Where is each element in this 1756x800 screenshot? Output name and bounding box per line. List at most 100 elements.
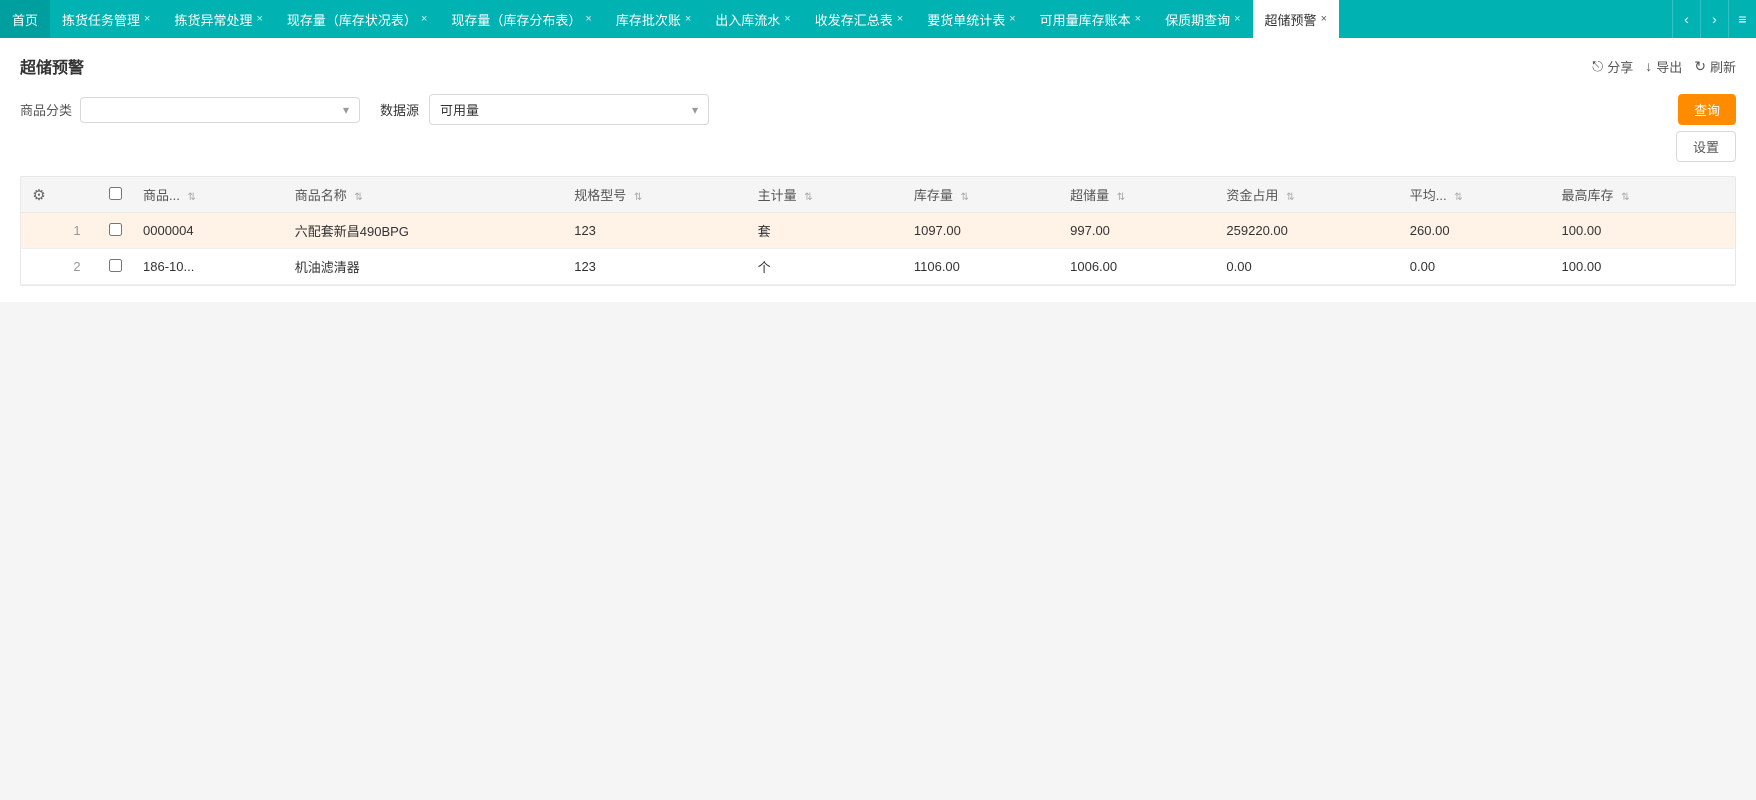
td-capital-1: 0.00 bbox=[1216, 249, 1399, 285]
td-overstock-0: 997.00 bbox=[1060, 213, 1216, 249]
td-capital-0: 259220.00 bbox=[1216, 213, 1399, 249]
nav-next-button[interactable]: › bbox=[1700, 0, 1728, 38]
nav-item-inventory-status[interactable]: 现存量（库存状况表） × bbox=[275, 0, 439, 38]
category-label: 商品分类 bbox=[20, 100, 72, 119]
row-checkbox-0[interactable] bbox=[109, 223, 122, 236]
nav-item-in-out-flow[interactable]: 出入库流水 × bbox=[703, 0, 802, 38]
nav-item-overstock[interactable]: 超储预警 × bbox=[1253, 0, 1339, 38]
th-num bbox=[57, 177, 97, 213]
nav-prev-button[interactable]: ‹ bbox=[1672, 0, 1700, 38]
nav-menu-button[interactable]: ≡ bbox=[1728, 0, 1756, 38]
row-checkbox-1[interactable] bbox=[109, 259, 122, 272]
select-all-checkbox[interactable] bbox=[109, 187, 122, 200]
th-max[interactable]: 最高库存 ⇅ bbox=[1552, 177, 1735, 213]
datasource-label: 数据源 bbox=[380, 100, 419, 119]
th-check bbox=[97, 177, 133, 213]
nav-item-order-stats[interactable]: 要货单统计表 × bbox=[915, 0, 1027, 38]
td-settings-1 bbox=[21, 249, 57, 285]
nav-item-task-mgmt[interactable]: 拣货任务管理 × bbox=[50, 0, 162, 38]
sort-overstock-icon: ⇅ bbox=[1117, 192, 1125, 203]
td-code-1: 186-10... bbox=[133, 249, 285, 285]
sort-name-icon: ⇅ bbox=[354, 192, 362, 203]
nav-label-recv-send: 收发存汇总表 bbox=[815, 10, 893, 29]
nav-item-expiry[interactable]: 保质期查询 × bbox=[1153, 0, 1252, 38]
nav-item-inventory-batch[interactable]: 库存批次账 × bbox=[604, 0, 703, 38]
nav-close-order-stats[interactable]: × bbox=[1009, 13, 1015, 25]
share-button[interactable]: ⎋ 分享 bbox=[1592, 57, 1633, 76]
nav-label-inventory-batch: 库存批次账 bbox=[616, 10, 681, 29]
td-stock-1: 1106.00 bbox=[904, 249, 1060, 285]
sort-stock-icon: ⇅ bbox=[961, 192, 969, 203]
nav-label-order-stats: 要货单统计表 bbox=[927, 10, 1005, 29]
sort-capital-icon: ⇅ bbox=[1286, 192, 1294, 203]
share-icon: ⎋ bbox=[1592, 58, 1603, 75]
th-capital[interactable]: 资金占用 ⇅ bbox=[1216, 177, 1399, 213]
td-max-0: 100.00 bbox=[1552, 213, 1735, 249]
th-overstock[interactable]: 超储量 ⇅ bbox=[1060, 177, 1216, 213]
th-spec[interactable]: 规格型号 ⇅ bbox=[564, 177, 747, 213]
td-unit-0: 套 bbox=[748, 213, 904, 249]
nav-close-overstock[interactable]: × bbox=[1321, 13, 1327, 25]
nav-item-home[interactable]: 首页 bbox=[0, 0, 50, 38]
nav-item-inventory-dist[interactable]: 现存量（库存分布表） × bbox=[439, 0, 603, 38]
th-code[interactable]: 商品... ⇅ bbox=[133, 177, 285, 213]
nav-label-inventory-status: 现存量（库存状况表） bbox=[287, 10, 417, 29]
th-avg[interactable]: 平均... ⇅ bbox=[1400, 177, 1552, 213]
th-stock[interactable]: 库存量 ⇅ bbox=[904, 177, 1060, 213]
th-capital-label: 资金占用 bbox=[1226, 188, 1278, 203]
nav-item-avail-ledger[interactable]: 可用量库存账本 × bbox=[1028, 0, 1153, 38]
td-num-1: 2 bbox=[57, 249, 97, 285]
refresh-button[interactable]: ↻ 刷新 bbox=[1694, 57, 1736, 76]
th-name[interactable]: 商品名称 ⇅ bbox=[285, 177, 564, 213]
nav-close-avail-ledger[interactable]: × bbox=[1135, 13, 1141, 25]
nav-close-inventory-dist[interactable]: × bbox=[585, 13, 591, 25]
nav-label-inventory-dist: 现存量（库存分布表） bbox=[451, 10, 581, 29]
td-name-0: 六配套新昌490BPG bbox=[285, 213, 564, 249]
table-header-row: ⚙ 商品... ⇅ 商品名称 ⇅ 规格型号 bbox=[21, 177, 1735, 213]
td-unit-1: 个 bbox=[748, 249, 904, 285]
export-button[interactable]: ↓ 导出 bbox=[1645, 57, 1682, 76]
nav-close-abnormal[interactable]: × bbox=[256, 13, 262, 25]
datasource-select[interactable]: 可用量 ▾ bbox=[429, 94, 709, 125]
sort-spec-icon: ⇅ bbox=[634, 192, 642, 203]
sort-code-icon: ⇅ bbox=[187, 192, 195, 203]
th-stock-label: 库存量 bbox=[914, 188, 953, 203]
nav-close-in-out-flow[interactable]: × bbox=[784, 13, 790, 25]
query-button[interactable]: 查询 bbox=[1678, 94, 1736, 125]
nav-item-recv-send[interactable]: 收发存汇总表 × bbox=[803, 0, 915, 38]
td-overstock-1: 1006.00 bbox=[1060, 249, 1216, 285]
table-row: 1 0000004 六配套新昌490BPG 123 套 1097.00 997.… bbox=[21, 213, 1735, 249]
category-select[interactable]: ▾ bbox=[80, 97, 360, 123]
export-icon: ↓ bbox=[1645, 58, 1652, 74]
td-check-0 bbox=[97, 213, 133, 249]
nav-close-task-mgmt[interactable]: × bbox=[144, 13, 150, 25]
td-settings-0 bbox=[21, 213, 57, 249]
filter-buttons: 查询 设置 bbox=[1676, 94, 1736, 162]
data-table: ⚙ 商品... ⇅ 商品名称 ⇅ 规格型号 bbox=[20, 176, 1736, 286]
export-label: 导出 bbox=[1656, 57, 1682, 76]
nav-item-abnormal[interactable]: 拣货异常处理 × bbox=[162, 0, 274, 38]
td-code-0: 0000004 bbox=[133, 213, 285, 249]
nav-close-recv-send[interactable]: × bbox=[897, 13, 903, 25]
td-spec-1: 123 bbox=[564, 249, 747, 285]
datasource-chevron-icon: ▾ bbox=[692, 103, 698, 117]
th-max-label: 最高库存 bbox=[1562, 188, 1614, 203]
nav-label-abnormal: 拣货异常处理 bbox=[174, 10, 252, 29]
nav-label-in-out-flow: 出入库流水 bbox=[715, 10, 780, 29]
category-filter-group: 商品分类 ▾ bbox=[20, 97, 360, 123]
nav-arrows: ‹ › ≡ bbox=[1672, 0, 1756, 38]
th-unit[interactable]: 主计量 ⇅ bbox=[748, 177, 904, 213]
table-row: 2 186-10... 机油滤清器 123 个 1106.00 1006.00 … bbox=[21, 249, 1735, 285]
datasource-select-value: 可用量 bbox=[440, 100, 479, 119]
column-settings-icon[interactable]: ⚙ bbox=[32, 187, 45, 204]
nav-close-inventory-batch[interactable]: × bbox=[685, 13, 691, 25]
settings-button[interactable]: 设置 bbox=[1676, 131, 1736, 162]
sort-unit-icon: ⇅ bbox=[804, 192, 812, 203]
th-code-label: 商品... bbox=[143, 188, 180, 203]
td-avg-1: 0.00 bbox=[1400, 249, 1552, 285]
header-actions: ⎋ 分享 ↓ 导出 ↻ 刷新 bbox=[1592, 57, 1736, 76]
nav-close-expiry[interactable]: × bbox=[1234, 13, 1240, 25]
main-content: 超储预警 ⎋ 分享 ↓ 导出 ↻ 刷新 商品分类 ▾ bbox=[0, 38, 1756, 302]
nav-close-inventory-status[interactable]: × bbox=[421, 13, 427, 25]
th-avg-label: 平均... bbox=[1410, 188, 1447, 203]
